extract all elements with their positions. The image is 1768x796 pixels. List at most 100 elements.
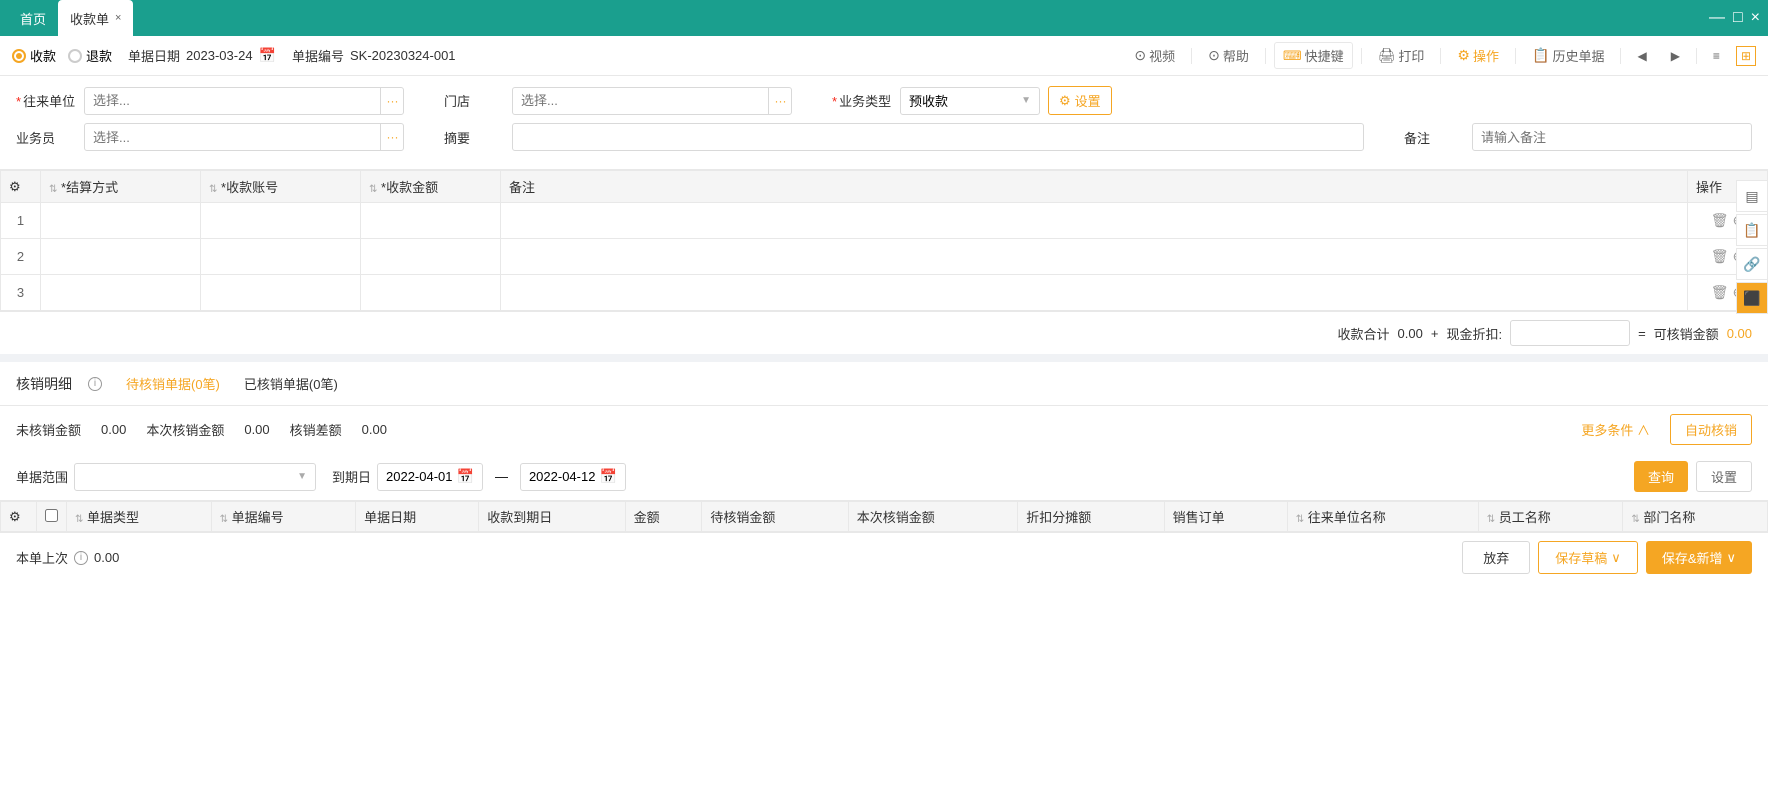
float-orange-btn[interactable]: ⬛ (1736, 282, 1768, 314)
next-btn[interactable]: ▶ (1663, 46, 1688, 66)
amount-input-2[interactable] (361, 239, 500, 274)
delete-row-3-btn[interactable]: 🗑 (1711, 284, 1729, 301)
receipt-type-group: 收款 退款 (12, 46, 112, 65)
date-to-icon[interactable]: 📅 (599, 468, 616, 485)
abandon-btn[interactable]: 放弃 (1462, 541, 1530, 574)
settlement-cell-3 (41, 275, 201, 311)
last-info-icon[interactable]: i (74, 551, 88, 565)
operate-btn[interactable]: ⚙ 操作 (1449, 43, 1507, 68)
discount-input[interactable] (1510, 320, 1630, 346)
print-btn[interactable]: 🖨 打印 (1370, 43, 1433, 68)
operate-icon: ⚙ (1457, 47, 1470, 64)
float-table-btn[interactable]: ▤ (1736, 180, 1768, 212)
delete-row-1-btn[interactable]: 🗑 (1711, 212, 1729, 229)
window-close-btn[interactable]: × (1751, 9, 1760, 27)
range-label: 单据范围 (16, 467, 68, 486)
remark-input[interactable] (1472, 123, 1752, 151)
history-btn[interactable]: 📋 历史单据 (1524, 43, 1612, 68)
counterparty-more-btn[interactable]: ··· (380, 87, 404, 115)
filter-settings-btn[interactable]: 设置 (1696, 461, 1752, 492)
shortcut-btn[interactable]: ⌨ 快捷键 (1274, 42, 1353, 69)
th-amount: ⇅ *收款金额 (361, 171, 501, 203)
hexiao-tab-done[interactable]: 已核销单据(0笔) (244, 374, 338, 393)
amount-input-3[interactable] (361, 275, 500, 310)
store-input[interactable] (512, 87, 792, 115)
remark-input-3[interactable] (501, 275, 1687, 310)
bth-number: ⇅ 单据编号 (211, 502, 356, 532)
toolbar-actions: ⊙ 视频 ⊙ 帮助 ⌨ 快捷键 🖨 打印 ⚙ 操作 (1126, 42, 1756, 69)
row-num-1: 1 (1, 203, 41, 239)
active-tab[interactable]: 收款单 × (58, 0, 133, 36)
settlement-input-1[interactable] (41, 203, 200, 238)
settlement-input-2[interactable] (41, 239, 200, 274)
form-row-2: 业务员 ··· 摘要 备注 (16, 123, 1752, 151)
remark-cell-1 (501, 203, 1688, 239)
row-num-2: 2 (1, 239, 41, 275)
minimize-btn[interactable]: — (1709, 9, 1725, 27)
right-float: ▤ 📋 🔗 ⬛ (1736, 180, 1768, 314)
home-tab[interactable]: 首页 (8, 0, 58, 36)
grid-view-btn[interactable]: ⊞ (1736, 46, 1756, 66)
draft-arrow: ∨ (1611, 550, 1621, 566)
hexiao-tab-pending[interactable]: 待核销单据(0笔) (118, 372, 228, 395)
bth-date: 单据日期 (356, 502, 479, 532)
settlement-input-3[interactable] (41, 275, 200, 310)
last-value: 0.00 (94, 550, 119, 565)
bth-gear[interactable]: ⚙ (1, 502, 37, 532)
maximize-btn[interactable]: □ (1733, 9, 1743, 27)
bth-type: ⇅ 单据类型 (67, 502, 212, 532)
amount-cell-1 (361, 203, 501, 239)
help-icon: ⊙ (1208, 47, 1220, 64)
float-link-btn[interactable]: 🔗 (1736, 248, 1768, 280)
amount-cell-2 (361, 239, 501, 275)
this-hexiao-label: 本次核销金额 (146, 420, 224, 439)
remark-input-1[interactable] (501, 203, 1687, 238)
remark-input-2[interactable] (501, 239, 1687, 274)
th-gear[interactable]: ⚙ (1, 171, 41, 203)
video-btn[interactable]: ⊙ 视频 (1126, 43, 1183, 68)
more-filter-btn[interactable]: 更多条件 ∧ (1581, 420, 1650, 439)
prev-btn[interactable]: ◀ (1629, 46, 1654, 66)
store-more-btn[interactable]: ··· (768, 87, 792, 115)
auto-hexiao-btn[interactable]: 自动核销 (1670, 414, 1752, 445)
plus-label: + (1431, 326, 1439, 341)
staff-more-btn[interactable]: ··· (380, 123, 404, 151)
select-all-checkbox[interactable] (45, 509, 58, 522)
help-btn[interactable]: ⊙ 帮助 (1200, 43, 1257, 68)
shoukuan-radio[interactable]: 收款 (12, 46, 56, 65)
date-from-picker[interactable]: 2022-04-01 📅 (377, 463, 483, 491)
range-select[interactable]: ▼ (74, 463, 316, 491)
business-type-select[interactable]: 预收款 ▼ (900, 87, 1040, 115)
counterparty-input[interactable] (84, 87, 404, 115)
date-from-icon[interactable]: 📅 (457, 468, 474, 485)
footer-left: 本单上次 i 0.00 (16, 548, 119, 567)
save-new-btn[interactable]: 保存&新增 ∨ (1646, 541, 1752, 574)
net-label: 可核销金额 (1654, 324, 1719, 343)
query-btn[interactable]: 查询 (1634, 461, 1688, 492)
delete-row-2-btn[interactable]: 🗑 (1711, 248, 1729, 265)
staff-input[interactable] (84, 123, 404, 151)
account-input-1[interactable] (201, 203, 360, 238)
float-doc-btn[interactable]: 📋 (1736, 214, 1768, 246)
tuikuan-radio[interactable]: 退款 (68, 46, 112, 65)
account-input-3[interactable] (201, 275, 360, 310)
amount-input-1[interactable] (361, 203, 500, 238)
date-to-value: 2022-04-12 (529, 469, 596, 484)
list-view-btn[interactable]: ≡ (1705, 46, 1728, 66)
account-cell-1 (201, 203, 361, 239)
summary-input[interactable] (512, 123, 1364, 151)
bth-checkbox (37, 502, 67, 532)
table-header-row: ⚙ ⇅ *结算方式 ⇅ *收款账号 ⇅ *收款金额 备注 (1, 171, 1768, 203)
main-content: 收款 退款 单据日期 2023-03-24 📅 单据编号 SK-20230324… (0, 36, 1768, 796)
date-from-value: 2022-04-01 (386, 469, 453, 484)
discount-label: 现金折扣: (1446, 324, 1502, 343)
date-calendar-icon[interactable]: 📅 (259, 47, 276, 64)
account-input-2[interactable] (201, 239, 360, 274)
settings-btn[interactable]: ⚙ 设置 (1048, 86, 1112, 115)
save-draft-btn[interactable]: 保存草稿 ∨ (1538, 541, 1638, 574)
settlement-cell-2 (41, 239, 201, 275)
date-to-picker[interactable]: 2022-04-12 📅 (520, 463, 626, 491)
hexiao-info-icon[interactable]: i (88, 377, 102, 391)
close-tab-btn[interactable]: × (115, 12, 121, 24)
store-label: 门店 (444, 91, 504, 110)
